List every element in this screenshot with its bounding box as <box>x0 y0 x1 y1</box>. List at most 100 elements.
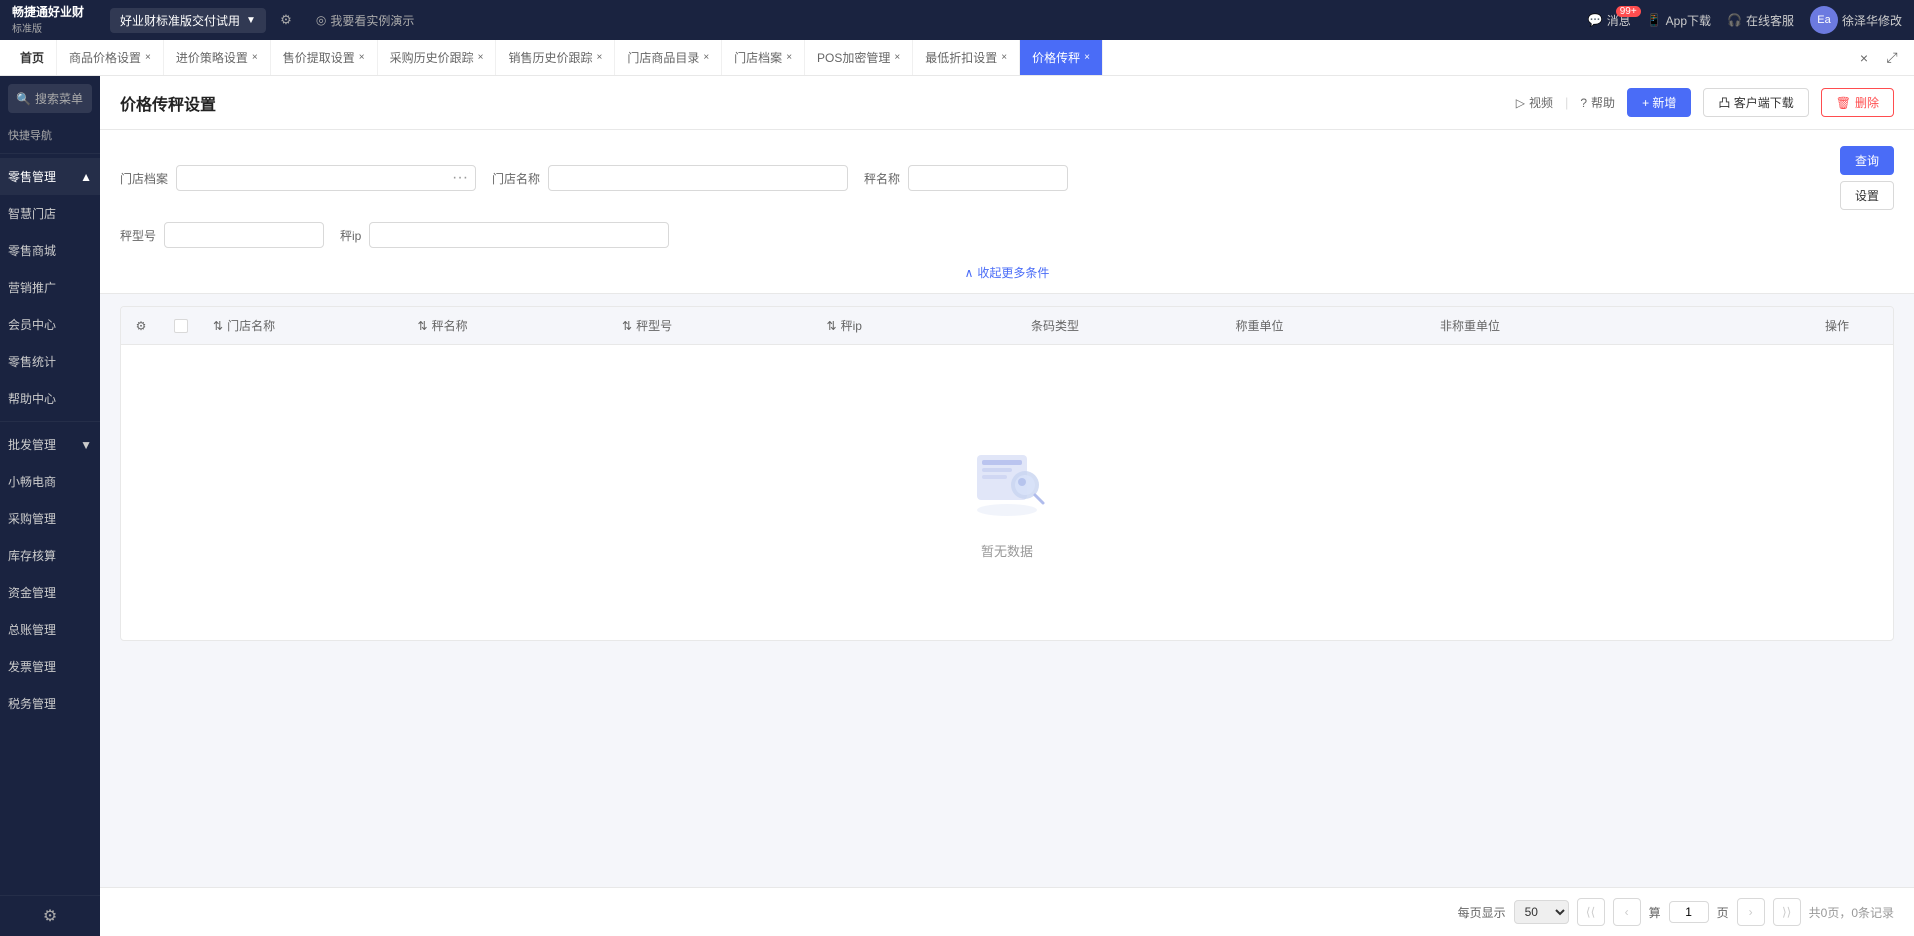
filter-row-2: 秤型号 秤ip <box>120 222 1894 248</box>
online-service-button[interactable]: 🎧 在线客服 <box>1727 12 1794 29</box>
online-service-label: 在线客服 <box>1746 12 1794 29</box>
sort-icon[interactable]: ⇅ <box>622 319 632 333</box>
tab-close-all-button[interactable]: × <box>1850 44 1878 72</box>
sidebar-search-area: 🔍 搜索菜单 <box>0 76 100 121</box>
empty-state: 暂无数据 <box>121 345 1893 640</box>
add-button[interactable]: + 新增 <box>1627 88 1691 117</box>
select-all-checkbox[interactable] <box>174 319 188 333</box>
tab-min-discount[interactable]: 最低折扣设置 × <box>913 40 1020 76</box>
tab-close-icon[interactable]: × <box>1001 52 1007 63</box>
sidebar-item-label: 税务管理 <box>8 695 56 712</box>
video-link[interactable]: ▷ 视频 <box>1516 94 1553 111</box>
help-link[interactable]: ? 帮助 <box>1580 94 1615 111</box>
search-menu-button[interactable]: 🔍 搜索菜单 <box>8 84 92 113</box>
content-area: 价格传秤设置 ▷ 视频 | ? 帮助 + 新增 凸 客户端下载 🗑 <box>100 76 1914 936</box>
user-area[interactable]: Ea 徐泽华修改 <box>1810 6 1902 34</box>
store-file-dots-button[interactable]: ··· <box>452 169 468 187</box>
delete-button-label: 删除 <box>1855 94 1879 111</box>
tab-price-scale[interactable]: 价格传秤 × <box>1020 40 1103 76</box>
tab-close-icon[interactable]: × <box>596 52 602 63</box>
next-page-button[interactable]: › <box>1737 898 1765 926</box>
filter-store-name: 门店名称 <box>492 165 848 191</box>
tab-close-icon[interactable]: × <box>478 52 484 63</box>
sidebar-item-member-center[interactable]: 会员中心 <box>0 306 100 343</box>
tab-close-icon[interactable]: × <box>1084 52 1090 63</box>
table-column-barcode-type: 条码类型 <box>1019 307 1224 344</box>
tab-purchase-history[interactable]: 采购历史价跟踪 × <box>378 40 497 76</box>
sort-icon[interactable]: ⇅ <box>827 319 837 333</box>
tab-close-icon[interactable]: × <box>359 52 365 63</box>
reset-button-label: 设置 <box>1855 187 1879 204</box>
app-download-icon: 📱 <box>1647 13 1662 27</box>
page-number-input[interactable] <box>1669 901 1709 923</box>
sidebar-item-retail-stats[interactable]: 零售统计 <box>0 343 100 380</box>
sort-icon[interactable]: ⇅ <box>213 319 223 333</box>
tab-close-icon[interactable]: × <box>252 52 258 63</box>
tab-purchase-strategy[interactable]: 进价策略设置 × <box>164 40 271 76</box>
tab-sale-history[interactable]: 销售历史价跟踪 × <box>496 40 615 76</box>
tab-close-icon[interactable]: × <box>145 52 151 63</box>
sidebar-item-help-center[interactable]: 帮助中心 <box>0 380 100 417</box>
first-page-button[interactable]: ⟨⟨ <box>1577 898 1605 926</box>
table-column-checkbox[interactable] <box>161 309 201 343</box>
filter-row-1: 门店档案 ··· 门店名称 秤名称 查询 <box>120 146 1894 210</box>
download-client-button[interactable]: 凸 客户端下载 <box>1703 88 1808 117</box>
column-label: 称重单位 <box>1236 317 1284 334</box>
sidebar-item-inventory[interactable]: 库存核算 <box>0 537 100 574</box>
sidebar-item-label: 帮助中心 <box>8 390 56 407</box>
app-download-button[interactable]: 📱 App下载 <box>1647 12 1711 29</box>
user-initials: Ea <box>1817 14 1830 26</box>
tab-close-icon[interactable]: × <box>703 52 709 63</box>
product-selector[interactable]: 好业财标准版交付试用 ▼ <box>110 8 266 33</box>
quick-nav-label: 快捷导航 <box>0 121 100 149</box>
sidebar-item-purchase-mgmt[interactable]: 采购管理 <box>0 500 100 537</box>
tab-price-setting[interactable]: 商品价格设置 × <box>57 40 164 76</box>
prev-page-button[interactable]: ‹ <box>1613 898 1641 926</box>
tab-home[interactable]: 首页 <box>8 40 57 76</box>
avatar: Ea <box>1810 6 1838 34</box>
sidebar-item-tax-mgmt[interactable]: 税务管理 <box>0 685 100 722</box>
query-button[interactable]: 查询 <box>1840 146 1894 175</box>
demo-link[interactable]: ◎ 我要看实例演示 <box>316 12 415 29</box>
sidebar-item-wholesale-mgmt[interactable]: 批发管理 ▼ <box>0 426 100 463</box>
top-settings-button[interactable]: ⚙ <box>272 6 300 34</box>
sidebar-item-retail-mall[interactable]: 零售商城 <box>0 232 100 269</box>
last-page-button[interactable]: ⟩⟩ <box>1773 898 1801 926</box>
scale-ip-input[interactable] <box>369 222 669 248</box>
tab-close-icon[interactable]: × <box>894 52 900 63</box>
sidebar-bottom-settings-icon[interactable]: ⚙ <box>43 906 57 926</box>
store-file-input-wrapper: ··· <box>176 165 476 191</box>
chevron-up-icon: ∧ <box>965 266 974 280</box>
tab-store-catalog[interactable]: 门店商品目录 × <box>615 40 722 76</box>
store-file-input[interactable] <box>176 165 476 191</box>
tab-expand-button[interactable]: ⤢ <box>1878 44 1906 72</box>
sidebar-item-label: 会员中心 <box>8 316 56 333</box>
tab-store-file[interactable]: 门店档案 × <box>722 40 805 76</box>
sidebar-item-invoice-mgmt[interactable]: 发票管理 <box>0 648 100 685</box>
tab-label: 商品价格设置 <box>69 49 141 66</box>
message-button[interactable]: 💬 消息 99+ <box>1588 12 1631 29</box>
table-column-settings[interactable]: ⚙ <box>121 309 161 343</box>
delete-button[interactable]: 🗑 删除 <box>1821 88 1894 117</box>
page-size-select[interactable]: 20 50 100 <box>1514 900 1569 924</box>
sidebar-item-small-ecom[interactable]: 小畅电商 <box>0 463 100 500</box>
sidebar-item-retail-management[interactable]: 零售管理 ▲ <box>0 158 100 195</box>
page-header: 价格传秤设置 ▷ 视频 | ? 帮助 + 新增 凸 客户端下载 🗑 <box>100 76 1914 130</box>
tab-sale-price[interactable]: 售价提取设置 × <box>271 40 378 76</box>
column-label: 门店名称 <box>227 317 275 334</box>
reset-button[interactable]: 设置 <box>1840 181 1894 210</box>
column-label: 非称重单位 <box>1440 317 1500 334</box>
sidebar-item-label: 智慧门店 <box>8 205 56 222</box>
scale-name-input[interactable] <box>908 165 1068 191</box>
collapse-button[interactable]: ∧ 收起更多条件 <box>965 264 1050 281</box>
logo-area: 畅捷通好业财 标准版 <box>12 5 102 34</box>
tab-pos-management[interactable]: POS加密管理 × <box>805 40 913 76</box>
sidebar-item-smart-store[interactable]: 智慧门店 <box>0 195 100 232</box>
store-name-input[interactable] <box>548 165 848 191</box>
sidebar-item-finance[interactable]: 资金管理 <box>0 574 100 611</box>
tab-close-icon[interactable]: × <box>786 52 792 63</box>
sidebar-item-marketing[interactable]: 营销推广 <box>0 269 100 306</box>
scale-model-input[interactable] <box>164 222 324 248</box>
sidebar-item-general-ledger[interactable]: 总账管理 <box>0 611 100 648</box>
sort-icon[interactable]: ⇅ <box>418 319 428 333</box>
